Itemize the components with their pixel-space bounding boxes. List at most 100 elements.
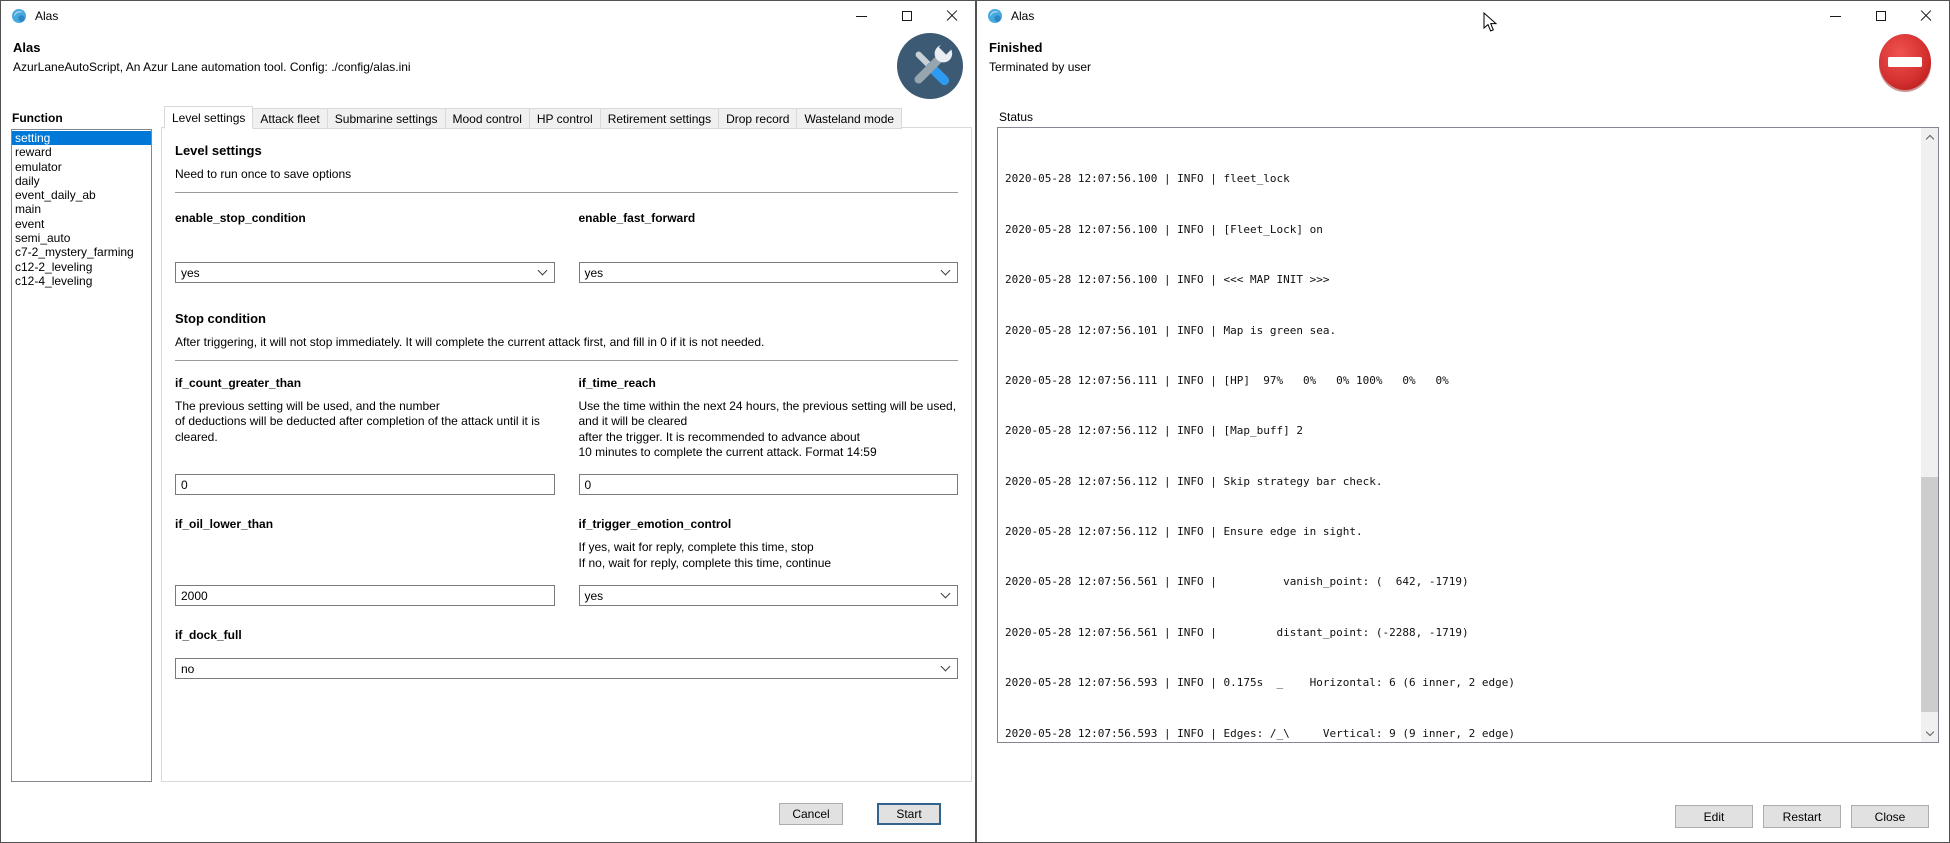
stop-sign-icon — [1877, 32, 1933, 94]
combobox-value: yes — [181, 266, 200, 280]
settings-tab[interactable]: Retirement settings — [601, 108, 719, 129]
function-list-item[interactable]: semi_auto — [12, 231, 151, 245]
log-line: 2020-05-28 12:07:56.561 | INFO | vanish_… — [1005, 576, 1916, 589]
separator — [175, 192, 958, 193]
settings-tab[interactable]: Submarine settings — [328, 108, 446, 129]
function-list-item[interactable]: c12-2_leveling — [12, 260, 151, 274]
maximize-icon — [1876, 11, 1886, 21]
restart-button[interactable]: Restart — [1763, 805, 1841, 828]
field-label-if-time-reach: if_time_reach — [579, 376, 959, 390]
close-button[interactable] — [929, 1, 974, 31]
maximize-button[interactable] — [1858, 1, 1903, 31]
log-line: 2020-05-28 12:07:56.100 | INFO | fleet_l… — [1005, 173, 1916, 186]
function-list-item[interactable]: reward — [12, 145, 151, 159]
titlebar[interactable]: Alas — [977, 1, 1949, 31]
level-settings-panel: Level settings Need to run once to save … — [161, 127, 972, 782]
function-list-item[interactable]: c7-2_mystery_farming — [12, 245, 151, 259]
log-line: 2020-05-28 12:07:56.593 | INFO | Edges: … — [1005, 728, 1916, 741]
chevron-down-icon — [941, 662, 951, 672]
section-desc-stop-condition: After triggering, it will not stop immed… — [175, 335, 958, 349]
window-title: Alas — [1011, 9, 1034, 23]
if-time-reach-input[interactable] — [579, 474, 959, 495]
if-dock-full-combobox[interactable]: no — [175, 658, 958, 679]
log-line: 2020-05-28 12:07:56.101 | INFO | Map is … — [1005, 325, 1916, 338]
field-desc-if-time-reach: Use the time within the next 24 hours, t… — [579, 399, 959, 460]
maximize-button[interactable] — [884, 1, 929, 31]
app-subtitle: AzurLaneAutoScript, An Azur Lane automat… — [13, 60, 963, 74]
function-list-item[interactable]: emulator — [12, 160, 151, 174]
log-line: 2020-05-28 12:07:56.100 | INFO | [Fleet_… — [1005, 224, 1916, 237]
edit-button[interactable]: Edit — [1675, 805, 1753, 828]
function-listbox[interactable]: setting reward emulator daily event_dail… — [11, 129, 152, 782]
combobox-value: no — [181, 662, 194, 676]
close-run-button[interactable]: Close — [1851, 805, 1929, 828]
log-line: 2020-05-28 12:07:56.593 | INFO | 0.175s … — [1005, 677, 1916, 690]
app-title: Alas — [13, 40, 963, 55]
titlebar[interactable]: Alas — [1, 1, 975, 31]
alas-logo-icon — [11, 8, 27, 24]
if-count-greater-than-input[interactable] — [175, 474, 555, 495]
function-list-item[interactable]: main — [12, 202, 151, 216]
run-status-title: Finished — [989, 40, 1937, 55]
section-desc-level-settings: Need to run once to save options — [175, 167, 958, 181]
log-line: 2020-05-28 12:07:56.111 | INFO | [HP] 97… — [1005, 375, 1916, 388]
section-title-stop-condition: Stop condition — [175, 311, 958, 326]
chevron-down-icon — [1925, 728, 1933, 736]
enable-fast-forward-combobox[interactable]: yes — [579, 262, 959, 283]
scroll-up-button[interactable] — [1921, 128, 1938, 145]
field-desc-if-trigger-emotion-control: If yes, wait for reply, complete this ti… — [579, 540, 959, 571]
minimize-icon — [856, 16, 867, 17]
log-scrollbar[interactable] — [1921, 128, 1938, 742]
combobox-value: yes — [585, 266, 604, 280]
function-list-label: Function — [12, 111, 63, 125]
field-label-if-count-greater-than: if_count_greater_than — [175, 376, 555, 390]
scrollbar-thumb[interactable] — [1921, 477, 1938, 712]
minimize-button[interactable] — [839, 1, 884, 31]
close-button[interactable] — [1903, 1, 1948, 31]
function-list-item[interactable]: c12-4_leveling — [12, 274, 151, 288]
minimize-button[interactable] — [1813, 1, 1858, 31]
settings-tab[interactable]: HP control — [530, 108, 601, 129]
if-trigger-emotion-control-combobox[interactable]: yes — [579, 585, 959, 606]
settings-tab[interactable]: Level settings — [164, 106, 253, 129]
chevron-up-icon — [1925, 134, 1933, 142]
status-groupbox-label: Status — [999, 110, 1033, 124]
field-label-if-oil-lower-than: if_oil_lower_than — [175, 517, 555, 531]
status-log[interactable]: 2020-05-28 12:07:56.100 | INFO | fleet_l… — [1005, 127, 1916, 743]
close-icon — [1920, 10, 1932, 22]
tools-badge-icon — [897, 33, 963, 99]
settings-tab[interactable]: Mood control — [446, 108, 530, 129]
start-button[interactable]: Start — [877, 803, 941, 825]
function-list-item[interactable]: setting — [12, 131, 151, 145]
separator — [175, 360, 958, 361]
settings-tab[interactable]: Wasteland mode — [797, 108, 902, 129]
minimize-icon — [1830, 16, 1841, 17]
settings-tab[interactable]: Attack fleet — [253, 108, 327, 129]
function-list-item[interactable]: event — [12, 217, 151, 231]
cancel-button[interactable]: Cancel — [779, 803, 843, 825]
chevron-down-icon — [537, 266, 547, 276]
log-line: 2020-05-28 12:07:56.561 | INFO | distant… — [1005, 627, 1916, 640]
field-label-enable-fast-forward: enable_fast_forward — [579, 211, 959, 225]
maximize-icon — [902, 11, 912, 21]
log-line: 2020-05-28 12:07:56.112 | INFO | Skip st… — [1005, 476, 1916, 489]
log-line: 2020-05-28 12:07:56.112 | INFO | Ensure … — [1005, 526, 1916, 539]
function-list-item[interactable]: daily — [12, 174, 151, 188]
field-label-if-trigger-emotion-control: if_trigger_emotion_control — [579, 517, 959, 531]
chevron-down-icon — [941, 589, 951, 599]
field-label-enable-stop-condition: enable_stop_condition — [175, 211, 555, 225]
if-oil-lower-than-input[interactable] — [175, 585, 555, 606]
log-line: 2020-05-28 12:07:56.100 | INFO | <<< MAP… — [1005, 274, 1916, 287]
status-log-box: 2020-05-28 12:07:56.100 | INFO | fleet_l… — [997, 127, 1939, 743]
settings-tab[interactable]: Drop record — [719, 108, 797, 129]
alas-settings-window: Alas Alas AzurLaneAutoScript, An Azur La… — [0, 0, 976, 843]
scroll-down-button[interactable] — [1921, 725, 1938, 742]
settings-tabbar: Level settings Attack fleet Submarine se… — [164, 106, 902, 129]
combobox-value: yes — [585, 589, 604, 603]
log-line: 2020-05-28 12:07:56.112 | INFO | [Map_bu… — [1005, 425, 1916, 438]
field-desc-if-count-greater-than: The previous setting will be used, and t… — [175, 399, 555, 445]
alas-logo-icon — [987, 8, 1003, 24]
enable-stop-condition-combobox[interactable]: yes — [175, 262, 555, 283]
field-label-if-dock-full: if_dock_full — [175, 628, 958, 642]
function-list-item[interactable]: event_daily_ab — [12, 188, 151, 202]
